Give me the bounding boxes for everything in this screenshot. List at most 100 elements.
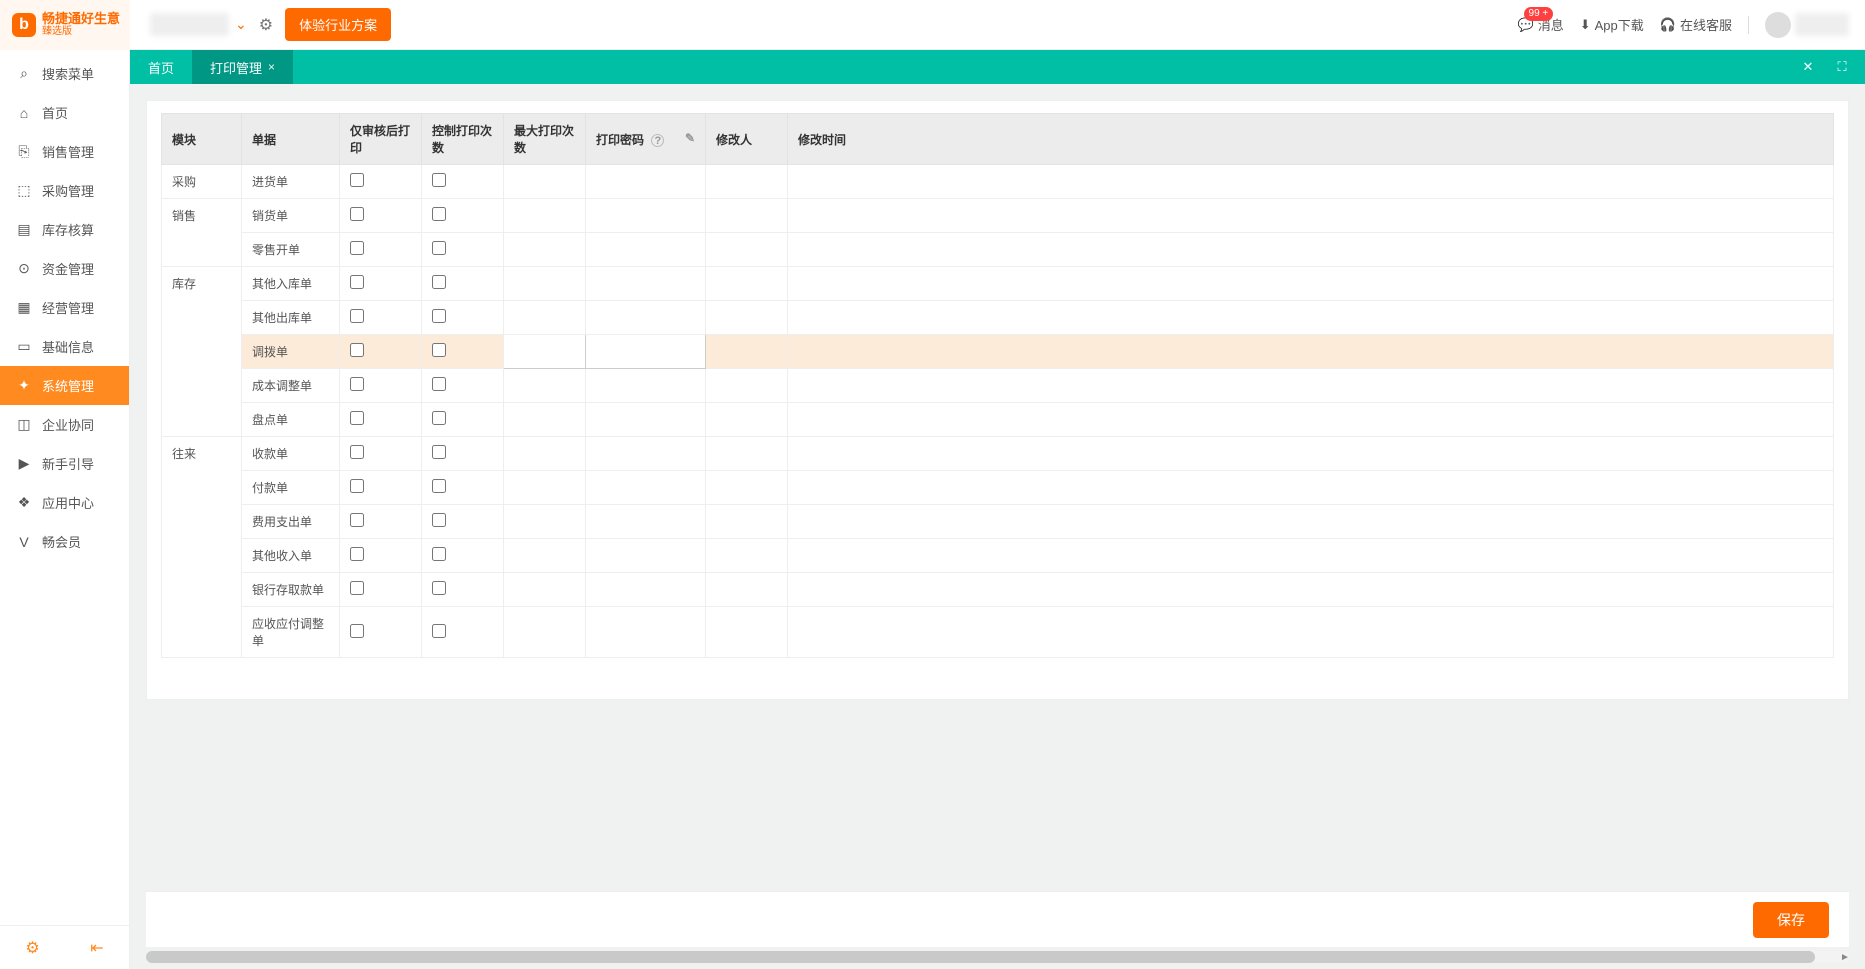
- control-count-checkbox[interactable]: [432, 343, 446, 357]
- close-all-tabs-icon[interactable]: ✕: [1795, 54, 1821, 80]
- settings-icon[interactable]: ⚙: [259, 15, 273, 35]
- table-row: 付款单: [162, 471, 1834, 505]
- topbar: b 畅捷通好生意 臻选版 ⌄ ⚙ 体验行业方案 💬 消息 99 + ⬇ App下…: [0, 0, 1865, 50]
- sidebar-item-label: 资金管理: [42, 259, 94, 278]
- brand-logo[interactable]: b 畅捷通好生意 臻选版: [0, 0, 130, 50]
- only-after-audit-checkbox[interactable]: [350, 445, 364, 459]
- scrollbar-thumb[interactable]: [146, 951, 1815, 963]
- user-menu[interactable]: [1765, 12, 1849, 38]
- cell-control-count: [422, 301, 504, 335]
- only-after-audit-checkbox[interactable]: [350, 479, 364, 493]
- only-after-audit-checkbox[interactable]: [350, 513, 364, 527]
- cell-control-count: [422, 539, 504, 573]
- table-row: 费用支出单: [162, 505, 1834, 539]
- control-count-checkbox[interactable]: [432, 513, 446, 527]
- content-area: 模块 单据 仅审核后打印 控制打印次数 最大打印次数 打印密码 ? ✎: [130, 84, 1865, 879]
- sidebar-item-system[interactable]: ✦系统管理: [0, 366, 129, 405]
- sidebar-item-base[interactable]: ▭基础信息: [0, 327, 129, 366]
- sidebar-item-home[interactable]: ⌂首页: [0, 93, 129, 132]
- control-count-checkbox[interactable]: [432, 241, 446, 255]
- only-after-audit-checkbox[interactable]: [350, 343, 364, 357]
- industry-plan-button[interactable]: 体验行业方案: [285, 8, 391, 41]
- cell-only-after-audit: [340, 369, 422, 403]
- sidebar-item-inventory[interactable]: ▤库存核算: [0, 210, 129, 249]
- cell-control-count: [422, 403, 504, 437]
- only-after-audit-checkbox[interactable]: [350, 207, 364, 221]
- edit-column-icon[interactable]: ✎: [685, 131, 695, 145]
- cell-print-password[interactable]: [586, 335, 706, 369]
- online-service-link[interactable]: 🎧 在线客服: [1660, 15, 1732, 34]
- sidebar-item-label: 基础信息: [42, 337, 94, 356]
- only-after-audit-checkbox[interactable]: [350, 377, 364, 391]
- cell-max-count[interactable]: [504, 335, 586, 369]
- sidebar-item-search-menu[interactable]: ⌕搜索菜单: [0, 54, 129, 93]
- only-after-audit-checkbox[interactable]: [350, 411, 364, 425]
- cell-modifier: [706, 505, 788, 539]
- sidebar-item-label: 库存核算: [42, 220, 94, 239]
- cell-doc: 其他收入单: [242, 539, 340, 573]
- sidebar-item-collab[interactable]: ◫企业协同: [0, 405, 129, 444]
- app-download-label: App下载: [1595, 15, 1644, 34]
- brand-edition: 臻选版: [42, 26, 120, 37]
- sidebar-item-sales[interactable]: ⎘销售管理: [0, 132, 129, 171]
- cell-modify-time: [788, 573, 1834, 607]
- only-after-audit-checkbox[interactable]: [350, 547, 364, 561]
- only-after-audit-checkbox[interactable]: [350, 624, 364, 638]
- cell-module: 销售: [162, 199, 242, 267]
- sidebar-item-label: 企业协同: [42, 415, 94, 434]
- scroll-right-icon[interactable]: ►: [1839, 951, 1851, 963]
- sidebar-item-guide[interactable]: ▶新手引导: [0, 444, 129, 483]
- cell-module: 库存: [162, 267, 242, 437]
- only-after-audit-checkbox[interactable]: [350, 275, 364, 289]
- horizontal-scrollbar[interactable]: ◄ ►: [146, 951, 1849, 963]
- cell-doc: 进货单: [242, 165, 340, 199]
- control-count-checkbox[interactable]: [432, 207, 446, 221]
- collapse-icon[interactable]: ⇤: [90, 938, 103, 958]
- control-count-checkbox[interactable]: [432, 377, 446, 391]
- sidebar-item-label: 新手引导: [42, 454, 94, 473]
- cell-print-password: [586, 199, 706, 233]
- fullscreen-icon[interactable]: ⛶: [1829, 54, 1855, 80]
- settings-gear-icon[interactable]: ⚙: [25, 938, 39, 958]
- tenant-selector[interactable]: ⌄: [150, 13, 247, 36]
- control-count-checkbox[interactable]: [432, 479, 446, 493]
- tab-close-icon[interactable]: ×: [268, 60, 275, 74]
- control-count-checkbox[interactable]: [432, 275, 446, 289]
- app-download-link[interactable]: ⬇ App下载: [1580, 15, 1644, 34]
- only-after-audit-checkbox[interactable]: [350, 581, 364, 595]
- sidebar-item-appcenter[interactable]: ❖应用中心: [0, 483, 129, 522]
- sidebar-item-funds[interactable]: ⊙资金管理: [0, 249, 129, 288]
- tab-打印管理[interactable]: 打印管理×: [192, 50, 293, 84]
- appcenter-icon: ❖: [16, 495, 32, 511]
- card-panel: 模块 单据 仅审核后打印 控制打印次数 最大打印次数 打印密码 ? ✎: [146, 100, 1849, 700]
- control-count-checkbox[interactable]: [432, 445, 446, 459]
- online-service-label: 在线客服: [1680, 15, 1732, 34]
- control-count-checkbox[interactable]: [432, 624, 446, 638]
- control-count-checkbox[interactable]: [432, 411, 446, 425]
- print-settings-table: 模块 单据 仅审核后打印 控制打印次数 最大打印次数 打印密码 ? ✎: [161, 113, 1834, 658]
- only-after-audit-checkbox[interactable]: [350, 309, 364, 323]
- control-count-checkbox[interactable]: [432, 547, 446, 561]
- only-after-audit-checkbox[interactable]: [350, 173, 364, 187]
- sidebar-item-label: 销售管理: [42, 142, 94, 161]
- help-icon[interactable]: ?: [651, 134, 664, 147]
- cell-only-after-audit: [340, 573, 422, 607]
- control-count-checkbox[interactable]: [432, 309, 446, 323]
- sidebar-item-vip[interactable]: V畅会员: [0, 522, 129, 561]
- sidebar-footer: ⚙ ⇤: [0, 925, 129, 969]
- cell-print-password: [586, 165, 706, 199]
- messages-link[interactable]: 💬 消息 99 +: [1518, 15, 1564, 34]
- user-name: [1795, 13, 1849, 36]
- only-after-audit-checkbox[interactable]: [350, 241, 364, 255]
- sidebar-item-ops[interactable]: ▦经营管理: [0, 288, 129, 327]
- control-count-checkbox[interactable]: [432, 581, 446, 595]
- tab-首页[interactable]: 首页: [130, 50, 192, 84]
- cell-doc: 销货单: [242, 199, 340, 233]
- save-button[interactable]: 保存: [1753, 902, 1829, 938]
- sidebar-item-purchase[interactable]: ⬚采购管理: [0, 171, 129, 210]
- sidebar-item-label: 经营管理: [42, 298, 94, 317]
- cell-max-count: [504, 199, 586, 233]
- sidebar-item-label: 首页: [42, 103, 68, 122]
- cell-control-count: [422, 335, 504, 369]
- control-count-checkbox[interactable]: [432, 173, 446, 187]
